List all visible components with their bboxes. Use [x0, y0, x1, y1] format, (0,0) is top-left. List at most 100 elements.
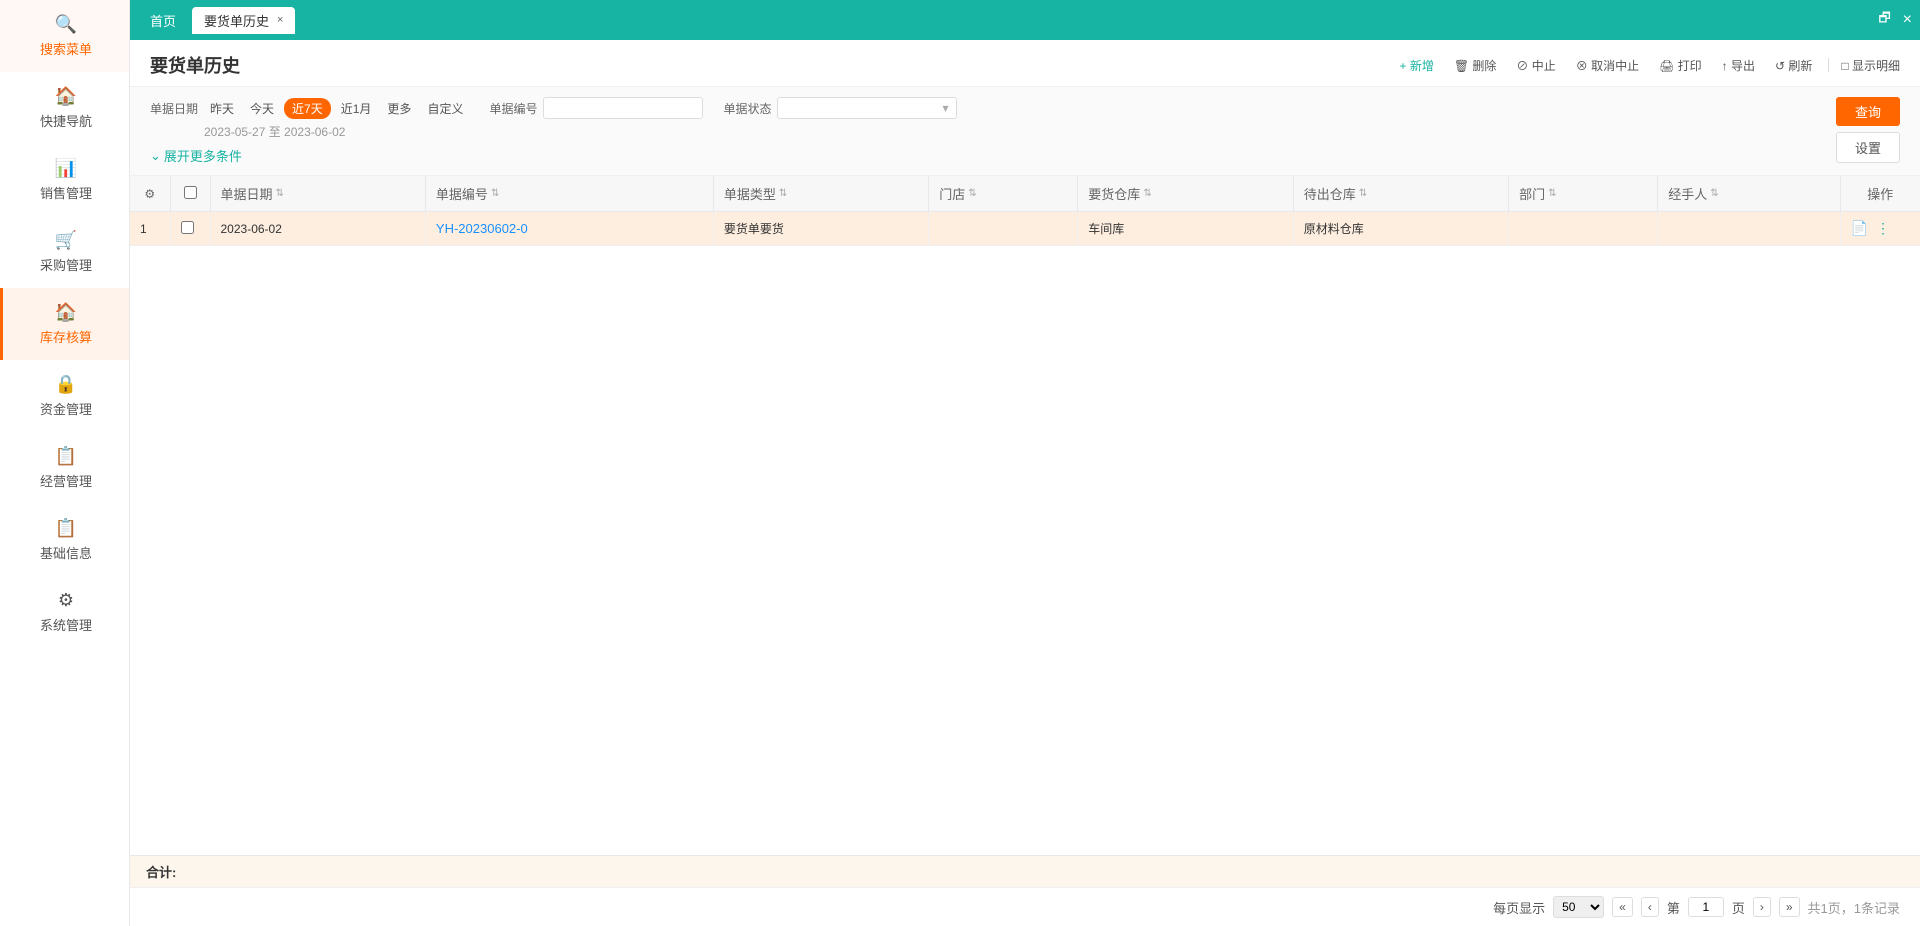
print-button[interactable]: 🖨 打印	[1655, 55, 1706, 76]
settings-button[interactable]: 设置	[1836, 132, 1900, 163]
expand-filter-button[interactable]: ⌄ 展开更多条件	[150, 146, 242, 165]
sidebar-item-label: 销售管理	[40, 183, 92, 202]
search-menu-icon: 🔍	[55, 14, 77, 35]
th-type[interactable]: 单据类型⇅	[713, 176, 928, 212]
th-checkbox[interactable]	[170, 176, 210, 212]
filter-group-date: 单据日期 昨天 今天 近7天 近1月 更多 自定义	[150, 98, 469, 119]
sidebar-item-label: 快捷导航	[40, 111, 92, 130]
th-handler[interactable]: 经手人⇅	[1658, 176, 1840, 212]
new-button[interactable]: + 新增	[1395, 55, 1437, 76]
finance-icon: 🔒	[55, 374, 77, 395]
edit-icon[interactable]: 📄	[1851, 220, 1868, 237]
sort-icon-req-warehouse: ⇅	[1143, 188, 1151, 199]
row-checkbox[interactable]	[181, 221, 194, 234]
date-shortcut-1month[interactable]: 近1月	[335, 98, 378, 119]
refresh-button[interactable]: ↺ 刷新	[1771, 55, 1816, 76]
th-department[interactable]: 部门⇅	[1509, 176, 1658, 212]
bill-status-select[interactable]: ▾	[777, 97, 957, 119]
toolbar: + 新增 🗑 删除 ⊘ 中止 ⊗ 取消中止 🖨 打印 ↑ 导出 ↺ 刷新 □ 显…	[1395, 55, 1900, 76]
sidebar-item-ops-mgmt[interactable]: 📋 经营管理	[0, 432, 129, 504]
date-shortcut-7days[interactable]: 近7天	[284, 98, 331, 119]
date-range-display: 2023-05-27 至 2023-06-02	[150, 123, 1816, 140]
prev-page-button[interactable]: ‹	[1641, 897, 1659, 917]
cell-number: YH-20230602-0	[425, 212, 713, 246]
first-page-button[interactable]: «	[1612, 897, 1633, 917]
sidebar-item-inventory[interactable]: 🏠 库存核算	[0, 288, 129, 360]
display-detail-button[interactable]: □ 显示明细	[1841, 57, 1900, 74]
top-bar-right: 🗗 ×	[1878, 9, 1912, 31]
per-page-select[interactable]: 50 20 100	[1553, 896, 1604, 918]
sidebar-item-basic-info[interactable]: 📋 基础信息	[0, 504, 129, 576]
total-label: 合计:	[146, 862, 176, 881]
date-shortcut-yesterday[interactable]: 昨天	[204, 98, 240, 119]
basic-info-icon: 📋	[55, 518, 77, 539]
window-restore-button[interactable]: 🗗	[1878, 9, 1890, 31]
sort-icon-type: ⇅	[779, 188, 787, 199]
tab-home[interactable]: 首页	[138, 7, 188, 34]
sort-icon-handler: ⇅	[1710, 188, 1718, 199]
th-pending-warehouse[interactable]: 待出仓库⇅	[1293, 176, 1508, 212]
th-ops: 操作	[1840, 176, 1920, 212]
sidebar-item-label: 采购管理	[40, 255, 92, 274]
date-shortcuts: 昨天 今天 近7天 近1月 更多 自定义	[204, 98, 469, 119]
sidebar-item-label: 系统管理	[40, 615, 92, 634]
th-number[interactable]: 单据编号⇅	[425, 176, 713, 212]
suspend-button[interactable]: ⊘ 中止	[1512, 55, 1559, 76]
th-date[interactable]: 单据日期⇅	[210, 176, 425, 212]
bill-number-label: 单据编号	[489, 100, 537, 117]
page-header: 要货单历史 + 新增 🗑 删除 ⊘ 中止 ⊗ 取消中止 🖨 打印 ↑ 导出 ↺ …	[130, 40, 1920, 87]
sidebar: 🔍 搜索菜单 🏠 快捷导航 📊 销售管理 🛒 采购管理 🏠 库存核算 🔒 资金管…	[0, 0, 130, 926]
sidebar-item-label: 资金管理	[40, 399, 92, 418]
sidebar-item-quick-nav[interactable]: 🏠 快捷导航	[0, 72, 129, 144]
ops-icon: 📋	[55, 446, 77, 467]
th-req-warehouse[interactable]: 要货仓库⇅	[1078, 176, 1293, 212]
filter-bar: 单据日期 昨天 今天 近7天 近1月 更多 自定义	[130, 87, 1920, 176]
data-table: ⚙ 单据日期⇅ 单据编号⇅ 单据类型⇅	[130, 176, 1920, 246]
cell-date: 2023-06-02	[210, 212, 425, 246]
sidebar-item-search-menu[interactable]: 🔍 搜索菜单	[0, 0, 129, 72]
sort-icon-department: ⇅	[1548, 188, 1556, 199]
date-filter-label: 单据日期	[150, 100, 198, 117]
bill-number-input[interactable]	[543, 97, 703, 119]
date-shortcut-today[interactable]: 今天	[244, 98, 280, 119]
tab-close-icon[interactable]: ×	[277, 14, 283, 26]
sort-icon-date: ⇅	[276, 188, 284, 199]
toolbar-divider	[1828, 58, 1829, 72]
action-buttons: 查询 设置	[1836, 97, 1900, 163]
chevron-down-icon: ▾	[942, 101, 948, 115]
query-button[interactable]: 查询	[1836, 97, 1900, 126]
tab-requisition-history[interactable]: 要货单历史 ×	[192, 7, 295, 34]
cancel-suspend-button[interactable]: ⊗ 取消中止	[1572, 55, 1643, 76]
filter-group-bill-status: 单据状态 ▾	[723, 97, 957, 119]
main-wrapper: 首页 要货单历史 × 🗗 × 要货单历史 + 新增 🗑 删除 ⊘ 中止 ⊗ 取消…	[130, 0, 1920, 926]
sidebar-item-system-mgmt[interactable]: ⚙ 系统管理	[0, 576, 129, 648]
page-prefix-label: 第	[1667, 898, 1680, 917]
cell-checkbox[interactable]	[170, 212, 210, 246]
table-row: 1 2023-06-02 YH-20230602-0 要货单要货 车间库 原材料…	[130, 212, 1920, 246]
export-button[interactable]: ↑ 导出	[1718, 55, 1759, 76]
table-footer: 合计:	[130, 855, 1920, 887]
page-number-input[interactable]	[1688, 897, 1724, 917]
sidebar-item-finance-mgmt[interactable]: 🔒 资金管理	[0, 360, 129, 432]
date-shortcut-more[interactable]: 更多	[381, 98, 417, 119]
cell-index: 1	[130, 212, 170, 246]
last-page-button[interactable]: »	[1779, 897, 1800, 917]
bill-number-link[interactable]: YH-20230602-0	[436, 221, 528, 236]
delete-button[interactable]: 🗑 删除	[1450, 55, 1501, 76]
next-page-button[interactable]: ›	[1753, 897, 1771, 917]
more-ops-icon[interactable]: ⋮	[1876, 220, 1890, 237]
cell-store	[929, 212, 1078, 246]
per-page-label: 每页显示	[1493, 898, 1545, 917]
select-all-checkbox[interactable]	[184, 186, 197, 199]
th-settings[interactable]: ⚙	[130, 176, 170, 212]
cell-type: 要货单要货	[713, 212, 928, 246]
sidebar-item-label: 搜索菜单	[40, 39, 92, 58]
date-shortcut-custom[interactable]: 自定义	[421, 98, 469, 119]
chevron-down-small-icon: ⌄	[150, 148, 161, 164]
window-close-button[interactable]: ×	[1903, 11, 1912, 29]
th-store[interactable]: 门店⇅	[929, 176, 1078, 212]
sidebar-item-label: 经营管理	[40, 471, 92, 490]
sidebar-item-purchase-mgmt[interactable]: 🛒 采购管理	[0, 216, 129, 288]
table-wrapper: ⚙ 单据日期⇅ 单据编号⇅ 单据类型⇅	[130, 176, 1920, 855]
sidebar-item-sales-mgmt[interactable]: 📊 销售管理	[0, 144, 129, 216]
